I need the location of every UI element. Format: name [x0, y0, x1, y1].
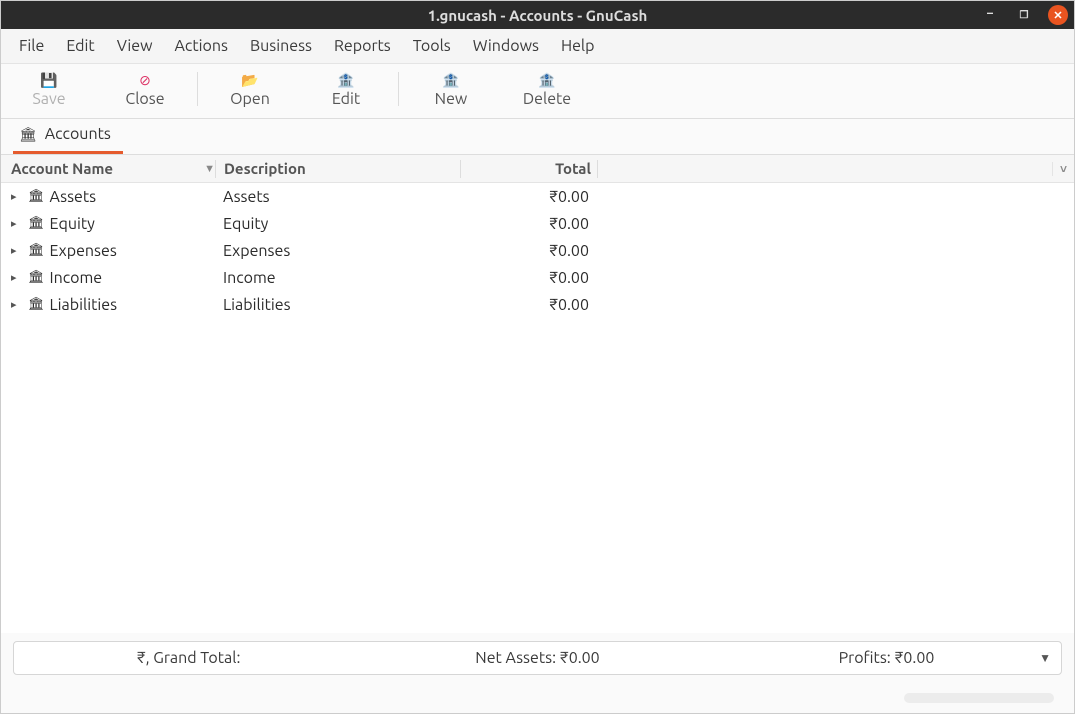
column-chooser-button[interactable]: ˅: [1052, 162, 1074, 176]
table-row[interactable]: ▸ 🏛 Expenses Expenses ₹0.00: [1, 237, 1074, 264]
menu-windows[interactable]: Windows: [463, 33, 549, 59]
open-button[interactable]: 📂 Open: [202, 66, 298, 112]
menu-actions[interactable]: Actions: [165, 33, 238, 59]
menu-view[interactable]: View: [107, 33, 163, 59]
menu-business[interactable]: Business: [240, 33, 322, 59]
app-window: 1.gnucash - Accounts - GnuCash File Edit…: [0, 0, 1075, 714]
expand-icon[interactable]: ▸: [11, 190, 23, 203]
expand-icon[interactable]: ▸: [11, 271, 23, 284]
account-name: Income: [50, 269, 103, 287]
new-icon: 🏦: [442, 72, 460, 88]
edit-label: Edit: [332, 90, 360, 108]
column-total-label: Total: [555, 160, 591, 177]
account-total: ₹0.00: [459, 242, 595, 260]
menu-file[interactable]: File: [9, 33, 54, 59]
account-total: ₹0.00: [459, 269, 595, 287]
account-total: ₹0.00: [459, 296, 595, 314]
expand-icon[interactable]: ▸: [11, 217, 23, 230]
menu-tools[interactable]: Tools: [403, 33, 461, 59]
table-row[interactable]: ▸ 🏛 Assets Assets ₹0.00: [1, 183, 1074, 210]
column-header-description[interactable]: Description: [216, 160, 460, 177]
maximize-button[interactable]: [1014, 5, 1034, 25]
delete-icon: 🏦: [538, 72, 556, 88]
edit-icon: 🏦: [337, 72, 355, 88]
edit-button[interactable]: 🏦 Edit: [298, 66, 394, 112]
save-button[interactable]: 💾 Save: [1, 66, 97, 112]
table-row[interactable]: ▸ 🏛 Equity Equity ₹0.00: [1, 210, 1074, 237]
table-row[interactable]: ▸ 🏛 Liabilities Liabilities ₹0.00: [1, 291, 1074, 318]
sort-indicator-icon: ▼: [204, 163, 215, 175]
close-button[interactable]: ⊘ Close: [97, 66, 193, 112]
account-description: Assets: [215, 188, 459, 206]
tree-header: Account Name ▼ Description Total ˅: [1, 155, 1074, 183]
open-label: Open: [230, 90, 270, 108]
account-description: Income: [215, 269, 459, 287]
bank-icon: 🏛: [28, 270, 45, 285]
minimize-button[interactable]: [980, 5, 1000, 25]
account-name: Liabilities: [50, 296, 118, 314]
window-footer: [1, 683, 1074, 713]
bank-icon: 🏛: [19, 126, 37, 143]
column-header-total[interactable]: Total: [461, 160, 597, 177]
table-row[interactable]: ▸ 🏛 Income Income ₹0.00: [1, 264, 1074, 291]
account-total: ₹0.00: [459, 188, 595, 206]
status-bar[interactable]: ₹, Grand Total: Net Assets: ₹0.00 Profit…: [13, 641, 1062, 675]
tab-label: Accounts: [45, 125, 111, 143]
window-controls: [980, 5, 1068, 25]
menu-help[interactable]: Help: [551, 33, 605, 59]
new-button[interactable]: 🏦 New: [403, 66, 499, 112]
window-title: 1.gnucash - Accounts - GnuCash: [1, 7, 1074, 24]
open-icon: 📂: [241, 72, 259, 88]
toolbar-separator: [197, 72, 198, 106]
save-icon: 💾: [40, 72, 58, 88]
toolbar: 💾 Save ⊘ Close 📂 Open 🏦 Edit 🏦 New: [1, 64, 1074, 119]
account-description: Equity: [215, 215, 459, 233]
tab-strip: 🏛 Accounts: [1, 119, 1074, 155]
menu-bar: File Edit View Actions Business Reports …: [1, 29, 1074, 64]
column-name-label: Account Name: [11, 160, 113, 177]
bank-icon: 🏛: [28, 216, 45, 231]
status-profits: Profits: ₹0.00: [712, 649, 1061, 667]
menu-reports[interactable]: Reports: [324, 33, 401, 59]
delete-button[interactable]: 🏦 Delete: [499, 66, 595, 112]
expand-icon[interactable]: ▸: [11, 298, 23, 311]
toolbar-separator: [398, 72, 399, 106]
account-name: Expenses: [50, 242, 117, 260]
save-label: Save: [32, 90, 65, 108]
column-description-label: Description: [224, 160, 306, 177]
account-name: Equity: [50, 215, 95, 233]
bank-icon: 🏛: [28, 189, 45, 204]
account-description: Expenses: [215, 242, 459, 260]
menu-edit[interactable]: Edit: [56, 33, 104, 59]
bank-icon: 🏛: [28, 243, 45, 258]
new-label: New: [435, 90, 468, 108]
status-net-assets: Net Assets: ₹0.00: [363, 649, 712, 667]
column-header-name[interactable]: Account Name ▼: [1, 160, 215, 177]
account-name: Assets: [50, 188, 97, 206]
account-description: Liabilities: [215, 296, 459, 314]
title-bar: 1.gnucash - Accounts - GnuCash: [1, 1, 1074, 29]
status-grand-total: ₹, Grand Total:: [14, 649, 363, 667]
account-total: ₹0.00: [459, 215, 595, 233]
account-tree: ▸ 🏛 Assets Assets ₹0.00 ▸ 🏛 Equity Equit…: [1, 183, 1074, 633]
close-icon: ⊘: [136, 72, 154, 88]
close-label: Close: [125, 90, 164, 108]
close-window-button[interactable]: [1048, 5, 1068, 25]
status-dropdown-icon[interactable]: ▼: [1039, 651, 1051, 665]
delete-label: Delete: [523, 90, 571, 108]
bank-icon: 🏛: [28, 297, 45, 312]
resize-grip[interactable]: [904, 693, 1054, 703]
tab-accounts[interactable]: 🏛 Accounts: [13, 119, 123, 154]
expand-icon[interactable]: ▸: [11, 244, 23, 257]
